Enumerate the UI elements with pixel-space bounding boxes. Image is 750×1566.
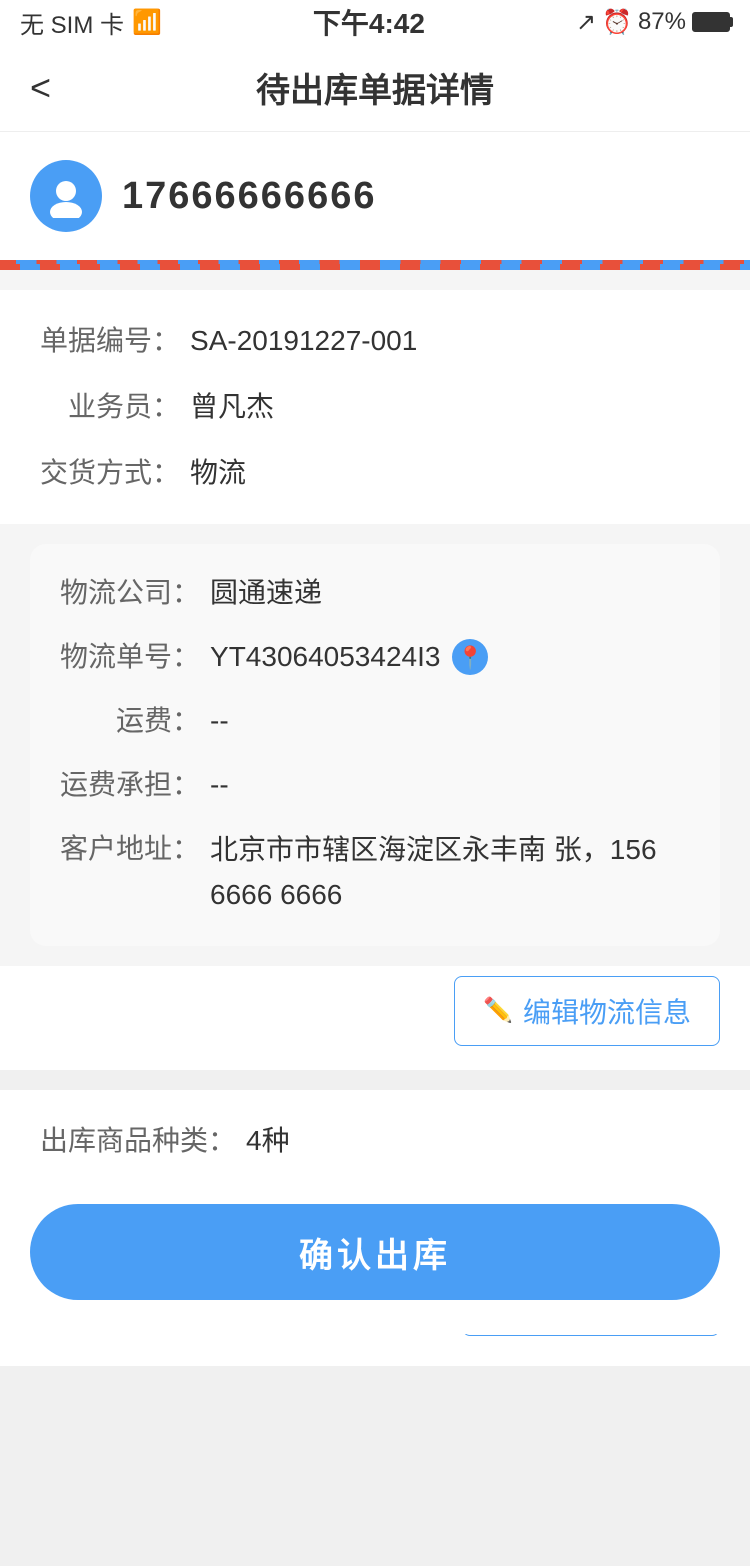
map-location-icon[interactable]: 📍 [452, 639, 488, 675]
address-label: 客户地址： [60, 828, 200, 870]
page-title: 待出库单据详情 [256, 63, 494, 112]
status-bar: 无 SIM 卡 📶 下午4:42 ↗ ⏰ 87% [0, 0, 750, 44]
customer-header: 17666666666 [0, 132, 750, 264]
freight-pay-row: 运费承担： -- [60, 764, 690, 806]
status-carrier: 无 SIM 卡 📶 [20, 5, 162, 40]
section-divider [0, 1070, 750, 1090]
status-right: ↗ ⏰ 87% [576, 8, 730, 37]
carrier-text: 无 SIM 卡 [20, 5, 124, 40]
battery-icon [692, 12, 730, 32]
logistics-tracking-row: 物流单号： YT43064053424I3 📍 [60, 636, 690, 678]
wifi-icon: 📶 [132, 8, 162, 37]
nav-bar: < 待出库单据详情 [0, 44, 750, 132]
logistics-company-label: 物流公司： [60, 572, 200, 614]
freight-pay-label: 运费承担： [60, 764, 200, 806]
back-button[interactable]: < [30, 57, 71, 119]
confirm-outbound-button[interactable]: 确认出库 [30, 1204, 720, 1300]
logistics-company-row: 物流公司： 圆通速递 [60, 572, 690, 614]
freight-row: 运费： -- [60, 700, 690, 742]
user-avatar-icon [44, 174, 88, 218]
alarm-icon: ⏰ [602, 8, 632, 37]
address-row: 客户地址： 北京市市辖区海淀区永丰南 张，156 6666 6666 [60, 828, 690, 918]
address-value: 北京市市辖区海淀区永丰南 张，156 6666 6666 [210, 828, 690, 918]
edit-btn-label: 编辑物流信息 [523, 991, 691, 1031]
product-type-row: 出库商品种类： 4种 [40, 1120, 710, 1162]
order-no-row: 单据编号： SA-20191227-001 [40, 320, 710, 362]
status-time: 下午4:42 [313, 2, 425, 42]
edit-btn-row: ✏️ 编辑物流信息 [0, 966, 750, 1070]
edit-logistics-button[interactable]: ✏️ 编辑物流信息 [454, 976, 720, 1046]
order-no-label: 单据编号： [40, 320, 180, 362]
order-no-value: SA-20191227-001 [190, 320, 710, 362]
battery-text: 87% [638, 8, 686, 36]
edit-icon: ✏️ [483, 996, 513, 1025]
freight-label: 运费： [60, 700, 200, 742]
freight-pay-value: -- [210, 764, 690, 806]
freight-value: -- [210, 700, 690, 742]
order-info-section: 单据编号： SA-20191227-001 业务员： 曾凡杰 交货方式： 物流 [0, 290, 750, 524]
agent-row: 业务员： 曾凡杰 [40, 386, 710, 428]
agent-value: 曾凡杰 [190, 386, 710, 428]
delivery-row: 交货方式： 物流 [40, 452, 710, 494]
product-type-value: 4种 [246, 1120, 290, 1162]
empty-space [0, 1366, 750, 1566]
logistics-card: 物流公司： 圆通速递 物流单号： YT43064053424I3 📍 运费： -… [30, 544, 720, 946]
customer-phone: 17666666666 [122, 175, 376, 218]
bottom-action-area: 确认出库 [0, 1184, 750, 1334]
dashed-divider [0, 264, 750, 270]
delivery-label: 交货方式： [40, 452, 180, 494]
avatar [30, 160, 102, 232]
logistics-company-value: 圆通速递 [210, 572, 690, 614]
logistics-tracking-value: YT43064053424I3 📍 [210, 636, 690, 678]
delivery-value: 物流 [190, 452, 710, 494]
location-status-icon: ↗ [576, 8, 596, 37]
agent-label: 业务员： [40, 386, 180, 428]
logistics-tracking-label: 物流单号： [60, 636, 200, 678]
product-type-label: 出库商品种类： [40, 1120, 236, 1162]
